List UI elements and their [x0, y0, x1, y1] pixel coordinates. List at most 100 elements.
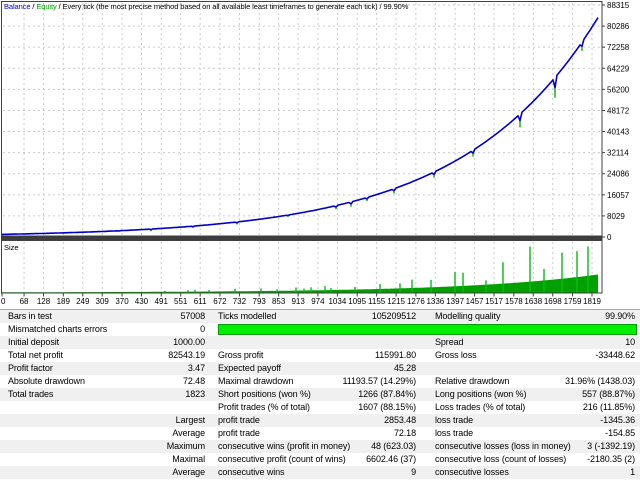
stat-value: 557 (88.87%): [582, 389, 635, 399]
stats-table: Bars in test 57008 Ticks modelled 105209512…: [0, 309, 640, 480]
stat-label: Absolute drawdown: [8, 376, 85, 386]
stat-label: Profit trades (% of total): [218, 402, 310, 412]
svg-text:672: 672: [213, 297, 227, 306]
svg-text:1698: 1698: [544, 297, 562, 306]
balance-equity-chart: 88315 80286 72258 64229 56200 48172 40143 32114…: [0, 0, 640, 309]
stat-cell: Total net profit 82543.19: [8, 349, 205, 362]
stat-value: 2853.48: [384, 415, 416, 425]
table-row: Absolute drawdown 72.48 Maximal drawdown 11…: [0, 375, 640, 388]
stat-label: Total net profit: [8, 350, 63, 360]
stat-cell: consecutive profit (count of wins) 6602.4…: [218, 453, 416, 466]
svg-text:40143: 40143: [607, 128, 630, 137]
table-row: Bars in test 57008 Ticks modelled 105209512…: [0, 310, 640, 323]
stat-value: 99.90%: [605, 311, 635, 321]
stat-cell: Gross loss -33448.62: [435, 349, 635, 362]
stat-label: loss trade: [435, 415, 474, 425]
stat-value: 1: [630, 467, 635, 477]
svg-text:80286: 80286: [607, 22, 630, 31]
stat-cell: Long positions (won %) 557 (88.87%): [435, 388, 635, 401]
svg-text:128: 128: [37, 297, 51, 306]
stat-cell: consecutive losses (loss in money) 3 (-13…: [435, 440, 635, 453]
stat-cell: loss trade -1345.36: [435, 414, 635, 427]
svg-text:1578: 1578: [505, 297, 523, 306]
stat-cell: Bars in test 57008: [8, 310, 205, 323]
stat-value: Largest: [175, 415, 205, 425]
stat-label: Ticks modelled: [218, 311, 277, 321]
stat-label: profit trade: [218, 415, 260, 425]
stat-cell: Largest: [8, 414, 205, 427]
stat-label: Expected payoff: [218, 363, 281, 373]
stat-value: 1607 (88.15%): [358, 402, 416, 412]
svg-text:1819: 1819: [583, 297, 601, 306]
svg-text:1638: 1638: [524, 297, 542, 306]
stat-value: 11193.57 (14.29%): [342, 376, 416, 386]
svg-text:793: 793: [253, 297, 267, 306]
stat-value: 1823: [185, 389, 205, 399]
svg-text:1457: 1457: [466, 297, 484, 306]
svg-text:974: 974: [311, 297, 325, 306]
stat-cell: Absolute drawdown 72.48: [8, 375, 205, 388]
svg-text:1517: 1517: [485, 297, 503, 306]
table-row: Initial deposit 1000.00 Spread 10: [0, 336, 640, 349]
stat-label: consecutive loss (count of losses): [435, 454, 567, 464]
svg-text:56200: 56200: [607, 85, 630, 94]
stat-label: Loss trades (% of total): [435, 402, 526, 412]
stat-label: Gross loss: [435, 350, 477, 360]
zero-line-separator: [1, 236, 603, 240]
stat-value: 115991.80: [375, 350, 416, 360]
stat-value: Maximal: [172, 454, 205, 464]
stat-value: Average: [172, 467, 205, 477]
stat-cell: loss trade -154.85: [435, 427, 635, 440]
equity-legend-label: Equity: [36, 2, 57, 11]
stat-value: 72.18: [393, 428, 416, 438]
svg-text:491: 491: [155, 297, 169, 306]
stat-label: Bars in test: [8, 311, 52, 321]
stat-cell: Mismatched charts errors 0: [8, 323, 205, 336]
svg-text:1336: 1336: [426, 297, 444, 306]
modelling-method-description: Every tick (the most precise method base…: [62, 2, 378, 11]
stat-value: 216 (11.85%): [582, 402, 635, 412]
svg-text:0: 0: [1, 297, 6, 306]
stat-cell: Maximal: [8, 453, 205, 466]
modelling-quality-bar: [218, 324, 637, 335]
stat-cell: Maximal drawdown 11193.57 (14.29%): [218, 375, 416, 388]
stat-value: 105209512: [371, 311, 416, 321]
balance-legend-label: Balance: [4, 2, 31, 11]
stat-value: 9: [411, 467, 416, 477]
svg-text:68: 68: [20, 297, 29, 306]
svg-text:48172: 48172: [607, 107, 630, 116]
stat-cell: Spread 10: [435, 336, 635, 349]
stat-cell: Initial deposit 1000.00: [8, 336, 205, 349]
svg-text:0: 0: [607, 233, 612, 242]
stat-cell: profit trade 72.18: [218, 427, 416, 440]
table-row: Maximal consecutive profit (count of wins…: [0, 453, 640, 466]
size-panel-label: Size: [4, 243, 19, 252]
table-row: Average profit trade 72.18 loss trade -154.8…: [0, 427, 640, 440]
stat-value: 57008: [180, 311, 205, 321]
stat-value: 1266 (87.84%): [358, 389, 416, 399]
table-row: Maximum consecutive wins (profit in money…: [0, 440, 640, 453]
table-row: Average consecutive wins 9 consecutive loss…: [0, 466, 640, 479]
svg-text:8029: 8029: [607, 212, 625, 221]
stat-cell: Total trades 1823: [8, 388, 205, 401]
svg-text:1034: 1034: [328, 297, 346, 306]
stat-label: consecutive profit (count of wins): [218, 454, 346, 464]
stat-cell: consecutive wins 9: [218, 466, 416, 479]
stat-label: loss trade: [435, 428, 474, 438]
svg-text:551: 551: [174, 297, 188, 306]
svg-text:732: 732: [233, 297, 247, 306]
stat-label: Gross profit: [218, 350, 264, 360]
stat-value: 3.47: [187, 363, 205, 373]
stat-label: Spread: [435, 337, 464, 347]
table-row: Total trades 1823 Short positions (won %) 1…: [0, 388, 640, 401]
stat-cell: Average: [8, 427, 205, 440]
stat-value: -33448.62: [595, 350, 635, 360]
stat-cell: [8, 401, 205, 414]
stat-cell: consecutive losses 1: [435, 466, 635, 479]
stat-value: -154.85: [605, 428, 635, 438]
stat-value: 45.28: [393, 363, 416, 373]
stat-value: 72.48: [182, 376, 205, 386]
stat-value: 1000.00: [173, 337, 205, 347]
stat-label: Relative drawdown: [435, 376, 510, 386]
svg-text:1397: 1397: [446, 297, 464, 306]
